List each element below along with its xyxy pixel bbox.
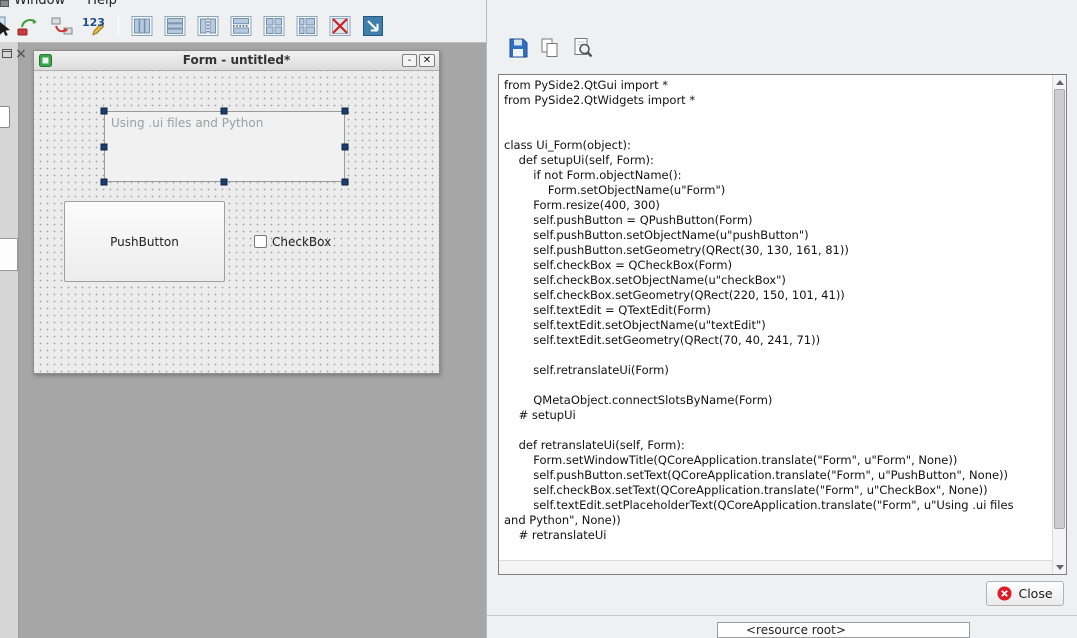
form-window-title: Form - untitled*: [34, 53, 439, 67]
code-line: self.textEdit.setObjectName(u"textEdit"): [504, 318, 1052, 333]
menubar: Window Help: [0, 0, 480, 9]
save-icon[interactable]: [506, 36, 530, 60]
code-line: self.checkBox.setGeometry(QRect(220, 150…: [504, 288, 1052, 303]
code-line: # setupUi: [504, 408, 1052, 423]
form-designer-window: Form - untitled* - ✕ Using .ui files and…: [33, 50, 440, 374]
selection-handle-top-right[interactable]: [342, 108, 349, 115]
copy-icon[interactable]: [538, 36, 562, 60]
pushbutton-widget[interactable]: PushButton: [64, 201, 225, 282]
code-line: self.pushButton = QPushButton(Form): [504, 213, 1052, 228]
layout-splitter-vertical-icon[interactable]: [229, 14, 253, 38]
find-icon[interactable]: [571, 36, 595, 60]
scroll-up-icon[interactable]: [1053, 75, 1067, 89]
code-line: [504, 423, 1052, 438]
main-toolbar: 123: [0, 9, 486, 42]
widget-box-dock-sliver: [0, 42, 19, 638]
minimize-button[interactable]: -: [402, 54, 417, 67]
code-line: self.checkBox.setText(QCoreApplication.t…: [504, 483, 1052, 498]
selection-handle-bottom-center[interactable]: [221, 179, 228, 186]
code-line: [504, 348, 1052, 363]
selection-handle-top-center[interactable]: [221, 108, 228, 115]
code-line: self.checkBox = QCheckBox(Form): [504, 258, 1052, 273]
code-area: from PySide2.QtGui import *from PySide2.…: [498, 74, 1067, 575]
selection-handle-middle-right[interactable]: [342, 144, 349, 151]
selection-handle-bottom-left[interactable]: [101, 179, 108, 186]
layout-form-icon[interactable]: [295, 14, 319, 38]
code-line: [504, 378, 1052, 393]
toolbar-separator: [118, 16, 119, 36]
layout-splitter-horizontal-icon[interactable]: [196, 14, 220, 38]
code-line: class Ui_Form(object):: [504, 138, 1052, 153]
code-viewer-dialog: from PySide2.QtGui import *from PySide2.…: [486, 0, 1077, 638]
horizontal-scrollbar[interactable]: [499, 560, 1052, 574]
edit-tab-order-icon[interactable]: 123: [82, 14, 106, 38]
code-line: Form.setWindowTitle(QCoreApplication.tra…: [504, 453, 1052, 468]
resource-browser-sliver: <resource root>: [717, 622, 970, 638]
code-line: def retranslateUi(self, Form):: [504, 438, 1052, 453]
checkbox-label: CheckBox: [272, 235, 331, 249]
menu-help[interactable]: Help: [87, 0, 117, 8]
code-line: from PySide2.QtWidgets import *: [504, 93, 1052, 108]
qt-designer-window: Window Help 123: [0, 0, 1077, 638]
dock-close-icon[interactable]: [15, 48, 27, 59]
dock-float-icon[interactable]: [1, 48, 13, 59]
code-line: self.textEdit.setGeometry(QRect(70, 40, …: [504, 333, 1052, 348]
form-canvas[interactable]: Using .ui files and Python PushButton Ch…: [34, 71, 439, 373]
tab-order-label: 123: [82, 16, 105, 29]
form-titlebar[interactable]: Form - untitled* - ✕: [34, 51, 439, 71]
code-line: [504, 108, 1052, 123]
code-line: if not Form.objectName():: [504, 168, 1052, 183]
close-button-label: Close: [1018, 586, 1052, 601]
close-circle-icon: [997, 586, 1012, 601]
code-line: QMetaObject.connectSlotsByName(Form): [504, 393, 1052, 408]
menu-window[interactable]: Window: [14, 0, 65, 8]
code-line: and Python", None)): [504, 513, 1052, 528]
vertical-scrollbar-thumb[interactable]: [1054, 89, 1065, 529]
layout-vertical-icon[interactable]: [163, 14, 187, 38]
code-line: self.pushButton.setGeometry(QRect(30, 13…: [504, 243, 1052, 258]
pushbutton-label: PushButton: [110, 235, 179, 249]
edit-buddies-icon[interactable]: [50, 14, 74, 38]
resource-root-item[interactable]: <resource root>: [718, 623, 969, 638]
layout-grid-icon[interactable]: [262, 14, 286, 38]
adjust-size-icon[interactable]: [361, 14, 385, 38]
close-window-button[interactable]: ✕: [419, 54, 435, 67]
code-line: self.checkBox.setObjectName(u"checkBox"): [504, 273, 1052, 288]
layout-horizontal-icon[interactable]: [130, 14, 154, 38]
code-line: self.textEdit = QTextEdit(Form): [504, 303, 1052, 318]
code-line: def setupUi(self, Form):: [504, 153, 1052, 168]
widget-filter-input[interactable]: [0, 106, 10, 128]
break-layout-icon[interactable]: [328, 14, 352, 38]
code-line: Form.resize(400, 300): [504, 198, 1052, 213]
textedit-widget[interactable]: Using .ui files and Python: [104, 111, 345, 182]
code-line: self.retranslateUi(Form): [504, 363, 1052, 378]
checkbox-indicator[interactable]: [254, 235, 267, 248]
code-line: self.pushButton.setObjectName(u"pushButt…: [504, 228, 1052, 243]
code-line: Form.setObjectName(u"Form"): [504, 183, 1052, 198]
dialog-bottom-edge: [487, 615, 1077, 616]
code-line: from PySide2.QtGui import *: [504, 78, 1052, 93]
vertical-scrollbar[interactable]: [1052, 75, 1066, 574]
selection-handle-bottom-right[interactable]: [342, 179, 349, 186]
selection-handle-top-left[interactable]: [101, 108, 108, 115]
code-line: self.textEdit.setPlaceholderText(QCoreAp…: [504, 498, 1052, 513]
scroll-down-icon[interactable]: [1053, 560, 1067, 574]
checkbox-widget[interactable]: CheckBox: [254, 221, 355, 262]
code-line: self.pushButton.setText(QCoreApplication…: [504, 468, 1052, 483]
code-line: [504, 123, 1052, 138]
close-button[interactable]: Close: [986, 581, 1064, 606]
edit-widgets-icon[interactable]: [0, 14, 14, 38]
code-line: # retranslateUi: [504, 528, 1052, 543]
widget-list-item-sliver[interactable]: [0, 238, 18, 271]
selection-handle-middle-left[interactable]: [101, 144, 108, 151]
textedit-placeholder: Using .ui files and Python: [105, 112, 344, 134]
edit-signals-slots-icon[interactable]: [16, 14, 40, 38]
code-text[interactable]: from PySide2.QtGui import *from PySide2.…: [499, 75, 1052, 560]
